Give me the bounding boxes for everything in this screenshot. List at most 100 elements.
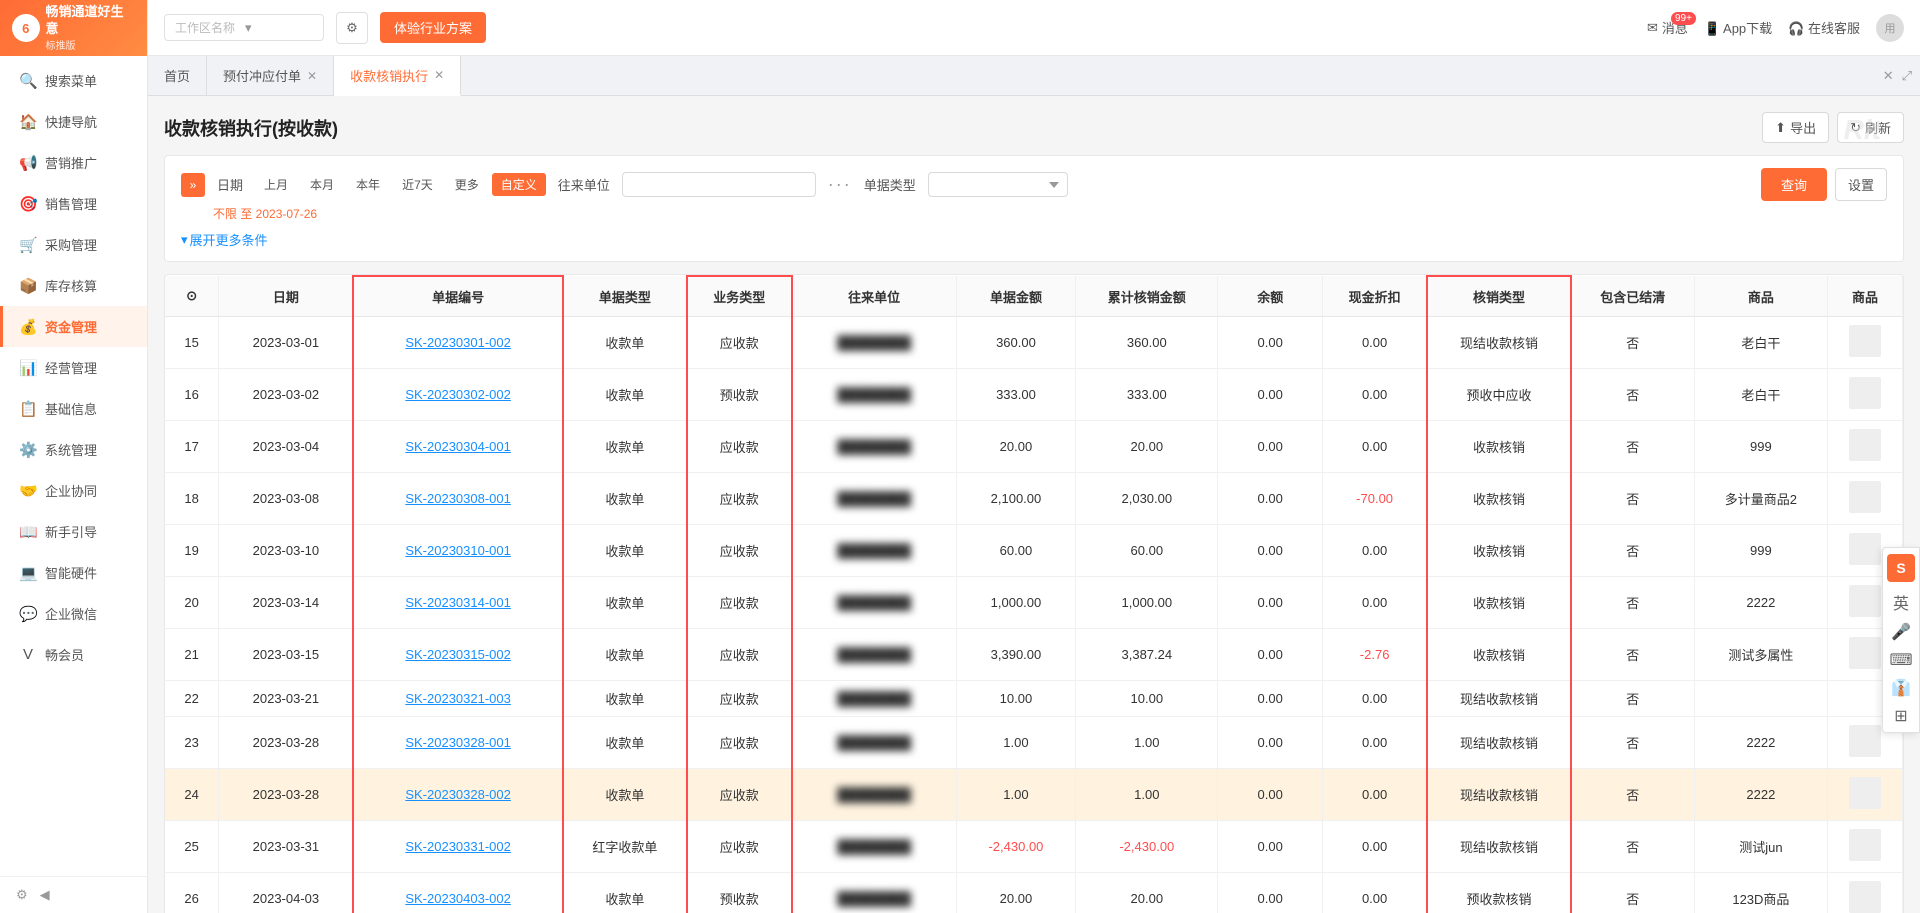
user-avatar[interactable]: 用	[1876, 14, 1904, 42]
sidebar-item-marketing[interactable]: 📢 营销推广	[0, 142, 147, 183]
operation-icon: 📊	[19, 359, 37, 377]
tab-close-writeoff[interactable]: ✕	[434, 68, 444, 82]
col-goodsimg[interactable]: 商品	[1828, 276, 1903, 317]
cell-biztype: 应收款	[687, 821, 792, 873]
cell-billno: SK-20230302-002	[353, 369, 562, 421]
date-btn-thismonth[interactable]: 本月	[301, 173, 343, 196]
bill-type-select[interactable]	[928, 172, 1068, 197]
online-service[interactable]: 🎧 在线客服	[1788, 18, 1860, 37]
sidebar-footer: ⚙ ◀	[0, 876, 147, 913]
col-balance[interactable]: 余额	[1218, 276, 1323, 317]
sidebar-item-operation[interactable]: 📊 经营管理	[0, 347, 147, 388]
sidebar-item-search[interactable]: 🔍 搜索菜单	[0, 60, 147, 101]
cell-amount: 20.00	[956, 421, 1076, 473]
col-billno[interactable]: 单据编号	[353, 276, 562, 317]
sidebar-item-inventory[interactable]: 📦 库存核算	[0, 265, 147, 306]
tab-prepay[interactable]: 预付冲应付单 ✕	[207, 56, 334, 95]
filter-toggle-btn[interactable]: »	[181, 173, 205, 197]
query-btn[interactable]: 查询	[1761, 168, 1827, 201]
message-badge[interactable]: ✉ 消息 99+	[1647, 18, 1688, 37]
sidebar-item-basic[interactable]: 📋 基础信息	[0, 388, 147, 429]
col-goods[interactable]: 商品	[1694, 276, 1827, 317]
cell-discount: 0.00	[1323, 369, 1428, 421]
export-btn[interactable]: ⬆ 导出	[1762, 112, 1829, 143]
tab-close-prepay[interactable]: ✕	[307, 69, 317, 83]
tab-writeoff[interactable]: 收款核销执行 ✕	[334, 56, 461, 96]
sidebar-item-hardware[interactable]: 💻 智能硬件	[0, 552, 147, 593]
sidebar-item-corp[interactable]: 🤝 企业协同	[0, 470, 147, 511]
tab-expand-icon[interactable]: ⤢	[1902, 68, 1912, 84]
cell-writeoff: 1.00	[1076, 769, 1218, 821]
col-writeoff[interactable]: 累计核销金额	[1076, 276, 1218, 317]
date-btn-thisyear[interactable]: 本年	[347, 173, 389, 196]
cell-goods: 999	[1694, 421, 1827, 473]
col-amount[interactable]: 单据金额	[956, 276, 1076, 317]
cell-writeoff: 360.00	[1076, 317, 1218, 369]
cell-billno: SK-20230321-003	[353, 681, 562, 717]
col-date[interactable]: 日期	[219, 276, 354, 317]
table-row: 19 2023-03-10 SK-20230310-001 收款单 应收款 ██…	[165, 525, 1903, 577]
float-icon-grid[interactable]: ⊞	[1894, 706, 1907, 726]
sidebar-item-member[interactable]: V 畅会员	[0, 634, 147, 675]
industry-btn[interactable]: 体验行业方案	[380, 12, 486, 43]
col-discount[interactable]: 现金折扣	[1323, 276, 1428, 317]
float-icon-mic[interactable]: 🎤	[1891, 622, 1911, 642]
float-icon-shirt[interactable]: 👔	[1891, 678, 1911, 698]
tab-home[interactable]: 首页	[148, 56, 207, 95]
col-included[interactable]: 包含已结清	[1571, 276, 1694, 317]
app-download[interactable]: 📱 App下载	[1704, 18, 1772, 37]
cell-amount: 60.00	[956, 525, 1076, 577]
sidebar-item-purchase[interactable]: 🛒 采购管理	[0, 224, 147, 265]
date-btn-lastmonth[interactable]: 上月	[255, 173, 297, 196]
cell-biztype: 应收款	[687, 421, 792, 473]
table-row: 24 2023-03-28 SK-20230328-002 收款单 应收款 ██…	[165, 769, 1903, 821]
cell-billtype: 收款单	[563, 717, 687, 769]
cell-included: 否	[1571, 421, 1694, 473]
date-btn-7days[interactable]: 近7天	[393, 173, 442, 196]
settings-button[interactable]: ⚙	[336, 12, 368, 44]
table-row: 16 2023-03-02 SK-20230302-002 收款单 预收款 ██…	[165, 369, 1903, 421]
col-writeofftype[interactable]: 核销类型	[1427, 276, 1571, 317]
cell-goods: 测试多属性	[1694, 629, 1827, 681]
cell-date: 2023-03-28	[219, 717, 354, 769]
sidebar-item-guide[interactable]: 📖 新手引导	[0, 511, 147, 552]
table-row: 23 2023-03-28 SK-20230328-001 收款单 应收款 ██…	[165, 717, 1903, 769]
phone-icon: 📱	[1704, 21, 1720, 36]
sidebar-item-system[interactable]: ⚙️ 系统管理	[0, 429, 147, 470]
system-icon: ⚙️	[19, 441, 37, 459]
sidebar-item-sales[interactable]: 🎯 销售管理	[0, 183, 147, 224]
col-biztype[interactable]: 业务类型	[687, 276, 792, 317]
setting-btn[interactable]: 设置	[1835, 168, 1887, 201]
party-label: 往来单位	[558, 175, 610, 194]
cell-billno: SK-20230304-001	[353, 421, 562, 473]
cell-discount: 0.00	[1323, 525, 1428, 577]
col-billtype[interactable]: 单据类型	[563, 276, 687, 317]
date-range-display: 不限 至 2023-07-26	[213, 205, 1887, 222]
marketing-icon: 📢	[19, 154, 37, 172]
cell-biztype: 应收款	[687, 317, 792, 369]
date-btn-more[interactable]: 更多	[446, 173, 488, 196]
workspace-selector[interactable]: 工作区名称 ▾	[164, 14, 324, 41]
sidebar-item-finance[interactable]: 💰 资金管理	[0, 306, 147, 347]
table-row: 20 2023-03-14 SK-20230314-001 收款单 应收款 ██…	[165, 577, 1903, 629]
party-input[interactable]	[622, 172, 816, 197]
sidebar-item-quick[interactable]: 🏠 快捷导航	[0, 101, 147, 142]
tab-close-all-icon[interactable]: ✕	[1883, 68, 1894, 84]
settings-icon[interactable]: ⚙	[16, 887, 28, 903]
date-btn-custom[interactable]: 自定义	[492, 173, 546, 196]
cell-biztype: 应收款	[687, 769, 792, 821]
cell-date: 2023-03-28	[219, 769, 354, 821]
float-icon-keyboard[interactable]: ⌨	[1889, 650, 1912, 670]
col-party[interactable]: 往来单位	[792, 276, 957, 317]
float-icon-text[interactable]: 英	[1893, 590, 1909, 614]
date-quick-btns: 上月 本月 本年 近7天 更多 自定义	[255, 173, 546, 196]
collapse-icon[interactable]: ◀	[40, 887, 50, 903]
sidebar-item-wechat[interactable]: 💬 企业微信	[0, 593, 147, 634]
inventory-icon: 📦	[19, 277, 37, 295]
table-row: 25 2023-03-31 SK-20230331-002 红字收款单 应收款 …	[165, 821, 1903, 873]
col-settings[interactable]: ⊙	[165, 276, 219, 317]
cell-balance: 0.00	[1218, 629, 1323, 681]
cell-discount: -2.76	[1323, 629, 1428, 681]
expand-conditions-btn[interactable]: ▾ 展开更多条件	[181, 230, 268, 249]
cell-date: 2023-03-02	[219, 369, 354, 421]
